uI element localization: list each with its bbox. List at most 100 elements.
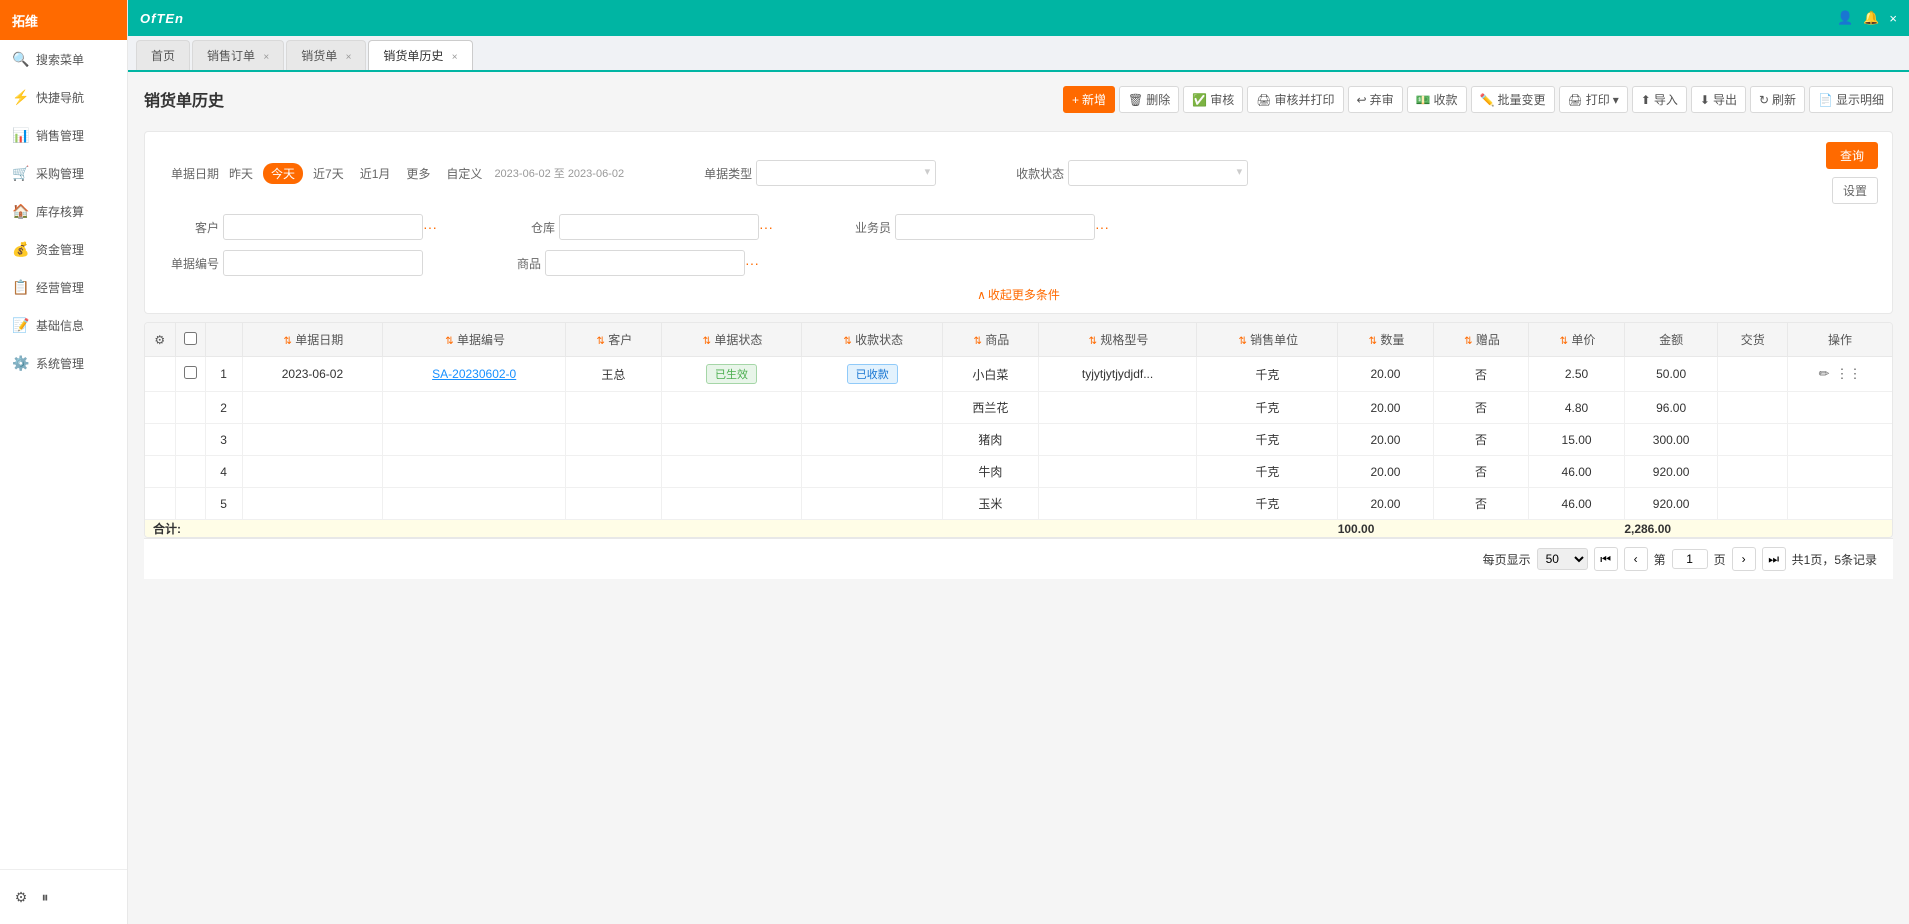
row-gift: 否 (1433, 357, 1529, 392)
staff-ellipsis-btn[interactable]: ··· (1095, 219, 1109, 235)
row-checkbox[interactable] (184, 366, 197, 379)
sidebar-item-purchase-mgmt[interactable]: 🛒 采购管理 (0, 154, 127, 192)
date-btn-yesterday[interactable]: 昨天 (223, 163, 259, 184)
col-trade-header: 交货 (1718, 323, 1788, 357)
teal-topbar: OfTEn 👤 🔔 × (128, 0, 1909, 36)
row-checkbox-cell[interactable] (175, 392, 205, 424)
sidebar-item-inventory[interactable]: 🏠 库存核算 (0, 192, 127, 230)
first-page-button[interactable]: ⏮ (1594, 547, 1618, 571)
collect-button[interactable]: 💵 收款 (1407, 86, 1467, 113)
col-customer-header[interactable]: ⇅ 客户 (566, 323, 662, 357)
col-qty-header[interactable]: ⇅ 数量 (1338, 323, 1434, 357)
row-checkbox-cell[interactable] (175, 357, 205, 392)
page-input[interactable] (1672, 549, 1708, 569)
prev-page-button[interactable]: ‹ (1624, 547, 1648, 571)
audit-print-button[interactable]: 🖨 审核并打印 (1247, 86, 1343, 113)
tab-sales-invoice[interactable]: 销货单 × (286, 40, 366, 70)
export-button[interactable]: ⬇ 导出 (1691, 86, 1746, 113)
per-page-select[interactable]: 50 20 100 200 (1537, 548, 1588, 570)
date-btn-custom[interactable]: 自定义 (440, 163, 488, 184)
customer-input[interactable] (223, 214, 423, 240)
sidebar-item-operations-mgmt[interactable]: 📋 经营管理 (0, 268, 127, 306)
customer-ellipsis-btn[interactable]: ··· (423, 219, 437, 235)
tab-home[interactable]: 首页 (136, 40, 190, 70)
col-doc-status-header[interactable]: ⇅ 单据状态 (661, 323, 802, 357)
table-row: 4 牛肉 千克 20.00 否 46.00 920.00 (145, 456, 1892, 488)
add-button[interactable]: + 新增 (1063, 86, 1115, 113)
sort-customer-icon: ⇅ (596, 336, 604, 347)
row-price: 46.00 (1529, 488, 1625, 520)
row-checkbox-cell[interactable] (175, 488, 205, 520)
col-code-header[interactable]: ⇅ 单据编号 (383, 323, 566, 357)
doc-type-label: 单据类型 (692, 165, 752, 182)
col-goods-header[interactable]: ⇅ 商品 (943, 323, 1039, 357)
doc-code-link[interactable]: SA-20230602-0 (432, 367, 516, 381)
print-button[interactable]: 🖨 打印 ▾ (1559, 86, 1628, 113)
row-spec (1038, 488, 1197, 520)
page-content: 销货单历史 + 新增 🗑 删除 ✅ 审核 🖨 审核并打印 (128, 72, 1909, 924)
row-pay-status: 已收款 (802, 357, 943, 392)
discard-button[interactable]: ↩ 弃审 (1348, 86, 1403, 113)
tab-sales-invoice-close[interactable]: × (346, 52, 352, 63)
sidebar-item-basic-info[interactable]: 📝 基础信息 (0, 306, 127, 344)
col-gift-header[interactable]: ⇅ 赠品 (1433, 323, 1529, 357)
row-checkbox-cell[interactable] (175, 456, 205, 488)
doc-no-input[interactable] (223, 250, 423, 276)
topbar-close-icon[interactable]: × (1889, 11, 1897, 26)
topbar-bell-icon[interactable]: 🔔 (1863, 10, 1879, 26)
col-spec-header[interactable]: ⇅ 规格型号 (1038, 323, 1197, 357)
sidebar-item-quick-nav[interactable]: ⚡ 快捷导航 (0, 78, 127, 116)
row-amount: 920.00 (1624, 456, 1718, 488)
print-arrow-icon: ▾ (1613, 93, 1619, 107)
collapse-btn[interactable]: ∧ 收起更多条件 (977, 286, 1060, 303)
delete-button[interactable]: 🗑 删除 (1119, 86, 1179, 113)
select-all-checkbox[interactable] (184, 332, 197, 345)
audit-button[interactable]: ✅ 审核 (1183, 86, 1243, 113)
warehouse-ellipsis-btn[interactable]: ··· (759, 219, 773, 235)
settings-button[interactable]: 设置 (1832, 177, 1878, 204)
doc-type-input[interactable] (756, 160, 936, 186)
date-btn-1month[interactable]: 近1月 (354, 163, 397, 184)
warehouse-input[interactable] (559, 214, 759, 240)
row-customer (566, 424, 662, 456)
tab-sales-history-close[interactable]: × (452, 52, 458, 63)
staff-input[interactable] (895, 214, 1095, 240)
topbar-user-icon[interactable]: 👤 (1837, 10, 1853, 26)
pay-status-input[interactable] (1068, 160, 1248, 186)
row-pay-status (802, 488, 943, 520)
col-pay-status-header[interactable]: ⇅ 收款状态 (802, 323, 943, 357)
next-page-button[interactable]: › (1732, 547, 1756, 571)
more-op-icon[interactable]: ⋮⋮ (1836, 366, 1862, 382)
tab-sales-history[interactable]: 销货单历史 × (368, 40, 472, 70)
sidebar-item-search-menu[interactable]: 🔍 搜索菜单 (0, 40, 127, 78)
tab-sales-order[interactable]: 销售订单 × (192, 40, 284, 70)
date-btn-today[interactable]: 今天 (263, 163, 303, 184)
goods-ellipsis-btn[interactable]: ··· (745, 255, 759, 271)
refresh-button[interactable]: ↻ 刷新 (1750, 86, 1805, 113)
sidebar-item-sales-mgmt[interactable]: 📊 销售管理 (0, 116, 127, 154)
col-date-header[interactable]: ⇅ 单据日期 (242, 323, 383, 357)
col-checkbox[interactable] (175, 323, 205, 357)
row-doc-status (661, 456, 802, 488)
import-button[interactable]: ⬆ 导入 (1632, 86, 1687, 113)
goods-input[interactable] (545, 250, 745, 276)
col-unit-header[interactable]: ⇅ 销售单位 (1197, 323, 1338, 357)
query-button[interactable]: 查询 (1826, 142, 1878, 169)
date-btn-more[interactable]: 更多 (400, 163, 436, 184)
edit-op-icon[interactable]: ✏ (1819, 366, 1830, 382)
row-gear-cell (145, 424, 175, 456)
col-price-header[interactable]: ⇅ 单价 (1529, 323, 1625, 357)
col-gear[interactable]: ⚙ (145, 323, 175, 357)
sort-price-icon: ⇅ (1560, 336, 1568, 347)
tab-sales-order-close[interactable]: × (263, 52, 269, 63)
show-detail-button[interactable]: 📄 显示明细 (1809, 86, 1893, 113)
last-page-button[interactable]: ⏭ (1762, 547, 1786, 571)
system-mgmt-icon: ⚙️ (12, 354, 30, 372)
date-btn-7days[interactable]: 近7天 (307, 163, 350, 184)
batch-change-button[interactable]: ✏️ 批量变更 (1471, 86, 1555, 113)
sidebar-item-finance-mgmt[interactable]: 💰 资金管理 (0, 230, 127, 268)
sidebar-item-system-mgmt[interactable]: ⚙️ 系统管理 (0, 344, 127, 382)
table-body: 1 2023-06-02 SA-20230602-0 王总 已生效 已收款 小白… (145, 357, 1892, 520)
row-checkbox-cell[interactable] (175, 424, 205, 456)
sidebar-bottom-icon1[interactable]: ⚙ ⏸ (0, 878, 127, 916)
